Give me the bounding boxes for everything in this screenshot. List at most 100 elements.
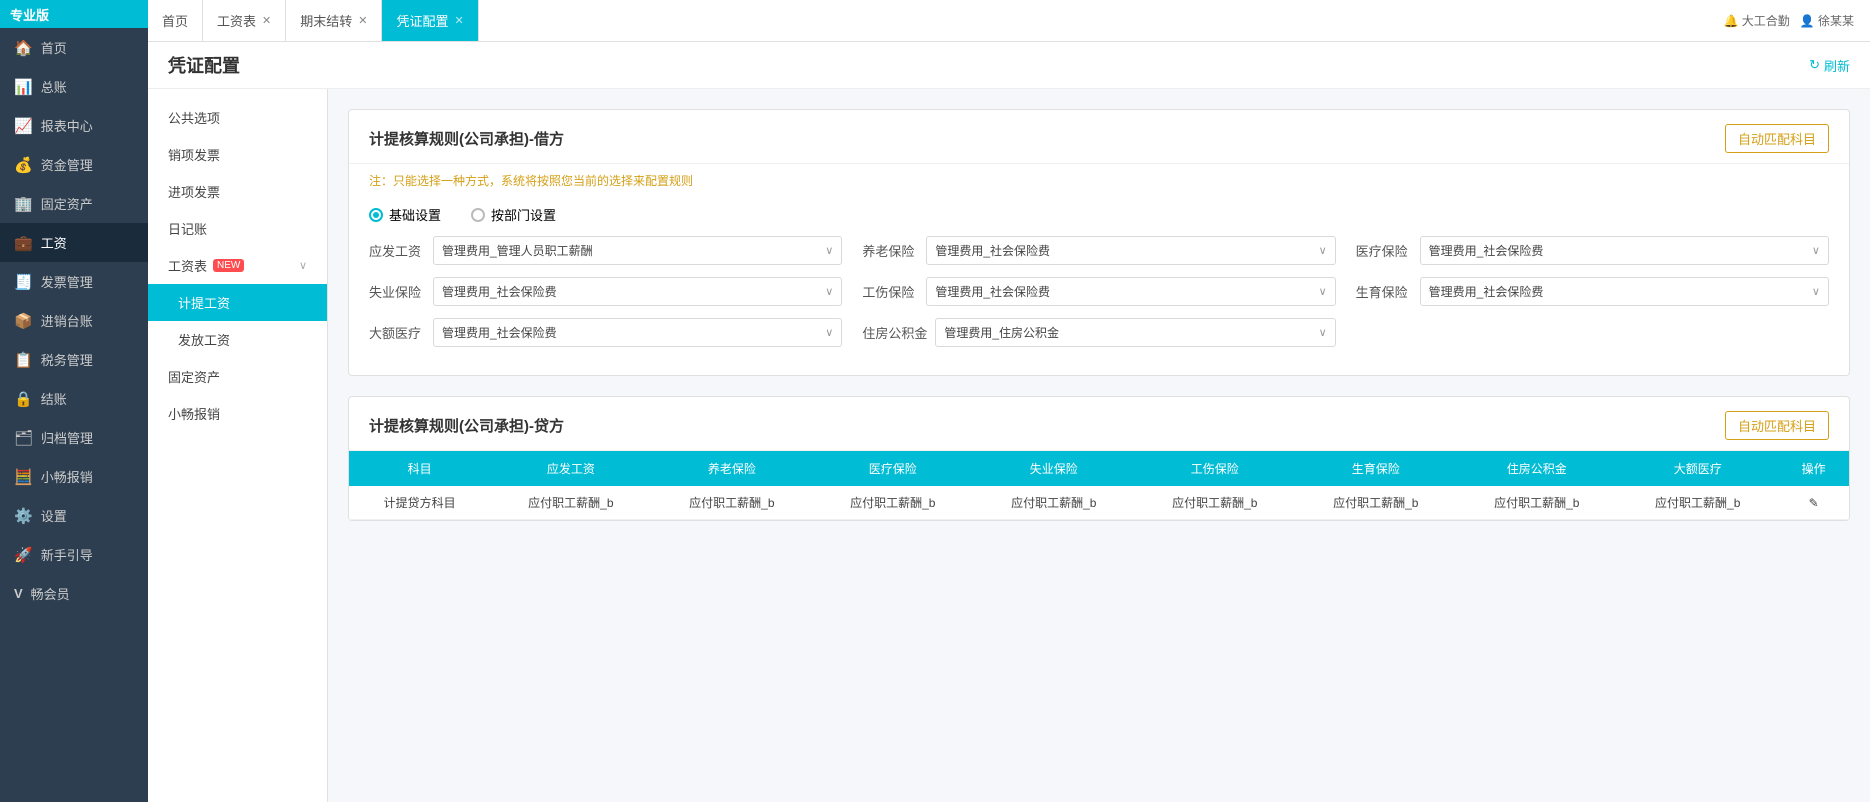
left-nav-xiaochang-expense[interactable]: 小畅报销 [148,395,327,432]
field-unemployment: 失业保险 管理费用_社会保险费 ∨ [369,277,842,306]
left-nav-journal[interactable]: 日记账 [148,210,327,247]
field-salary-select[interactable]: 管理费用_管理人员职工薪酬 ∨ [433,236,842,265]
sidebar-item-guide[interactable]: 🚀 新手引导 [0,535,148,574]
field-salary-label: 应发工资 [369,241,425,260]
debit-form-row-2: 失业保险 管理费用_社会保险费 ∨ 工伤保险 管理费用_社会保险费 ∨ [369,277,1829,306]
sidebar-item-label: 进销台账 [41,311,93,330]
asset-icon: 🏢 [14,195,33,213]
invoice-icon: 🧾 [14,273,33,291]
sidebar-item-settings[interactable]: ⚙️ 设置 [0,496,148,535]
sidebar-item-close[interactable]: 🔒 结账 [0,379,148,418]
tab-payroll[interactable]: 工资表 ✕ [203,0,286,41]
sidebar-item-label: 首页 [41,38,67,57]
field-maternity-value: 管理费用_社会保险费 [1429,283,1544,300]
credit-table-header-row: 科目 应发工资 养老保险 医疗保险 失业保险 工伤保险 生育保险 住房公积金 大… [349,451,1849,486]
tab-voucher-label: 凭证配置 [396,11,448,30]
sidebar-item-home[interactable]: 🏠 首页 [0,28,148,67]
salary-icon: 💼 [14,234,33,252]
sidebar-item-xiaochang[interactable]: 🧮 小畅报销 [0,457,148,496]
sidebar-item-inventory[interactable]: 📦 进销台账 [0,301,148,340]
field-housing: 住房公积金 管理费用_住房公积金 ∨ [862,318,1335,347]
tab-payroll-close[interactable]: ✕ [262,14,271,27]
field-housing-select[interactable]: 管理费用_住房公积金 ∨ [935,318,1335,347]
left-nav-sales-label: 销项发票 [168,145,220,164]
field-medical: 医疗保险 管理费用_社会保险费 ∨ [1356,236,1829,265]
radio-basic-circle [369,208,383,222]
archive-icon: 🗂 [14,429,33,447]
refresh-label: 刷新 [1824,56,1850,75]
tab-period-close-btn[interactable]: ✕ [358,14,367,27]
tab-home[interactable]: 首页 [148,0,203,41]
chevron-icon: ∨ [299,259,307,272]
sidebar-item-invoice[interactable]: 🧾 发票管理 [0,262,148,301]
debit-section: 计提核算规则(公司承担)-借方 自动匹配科目 注：只能选择一种方式，系统将按照您… [348,109,1850,376]
home-icon: 🏠 [14,39,33,57]
sidebar-item-ledger[interactable]: 📊 总账 [0,67,148,106]
page-header: 凭证配置 ↻ 刷新 [148,42,1870,89]
sidebar-item-fund[interactable]: 💰 资金管理 [0,145,148,184]
tab-voucher-config[interactable]: 凭证配置 ✕ [382,0,478,41]
left-nav-calc-salary[interactable]: 计提工资 [148,284,327,321]
sidebar-item-asset[interactable]: 🏢 固定资产 [0,184,148,223]
field-unemployment-select[interactable]: 管理费用_社会保险费 ∨ [433,277,842,306]
field-medical-select[interactable]: 管理费用_社会保险费 ∨ [1420,236,1829,265]
sidebar-item-label: 报表中心 [41,116,93,135]
field-unemployment-value: 管理费用_社会保险费 [442,283,557,300]
left-nav-payroll-table[interactable]: 工资表 NEW ∨ [148,247,327,284]
radio-basic-setting[interactable]: 基础设置 [369,205,441,224]
debit-form-row-1: 应发工资 管理费用_管理人员职工薪酬 ∨ 养老保险 管理费用_社会保险费 ∨ [369,236,1829,265]
radio-basic-label: 基础设置 [389,205,441,224]
sidebar-item-label: 税务管理 [41,350,93,369]
left-nav-sales-invoice[interactable]: 销项发票 [148,136,327,173]
field-large-medical-select[interactable]: 管理费用_社会保险费 ∨ [433,318,842,347]
maternity-select-chevron: ∨ [1812,285,1820,298]
sidebar-item-tax[interactable]: 📋 税务管理 [0,340,148,379]
field-injury-value: 管理费用_社会保险费 [935,283,1050,300]
topbar: 首页 工资表 ✕ 期末结转 ✕ 凭证配置 ✕ 🔔 大工合勤 👤 徐某某 [148,0,1870,42]
col-large-medical: 大额医疗 [1617,451,1778,486]
tab-home-label: 首页 [162,11,188,30]
row-housing: 应付职工薪酬_b [1456,486,1617,520]
field-unemployment-label: 失业保险 [369,282,425,301]
credit-section: 计提核算规则(公司承担)-贷方 自动匹配科目 科目 应发工资 养老保险 医疗保险… [348,396,1850,521]
radio-department-setting[interactable]: 按部门设置 [471,205,556,224]
guide-icon: 🚀 [14,546,33,564]
row-unemployment: 应付职工薪酬_b [973,486,1134,520]
left-nav-purchase-invoice[interactable]: 进项发票 [148,173,327,210]
left-nav-fixed-assets[interactable]: 固定资产 [148,358,327,395]
pension-select-chevron: ∨ [1319,244,1327,257]
tab-period-label: 期末结转 [300,11,352,30]
tab-payroll-label: 工资表 [217,11,256,30]
left-nav-issue-salary[interactable]: 发放工资 [148,321,327,358]
debit-auto-match-button[interactable]: 自动匹配科目 [1725,124,1829,153]
sidebar-item-member[interactable]: V 畅会员 [0,574,148,613]
left-nav-calc-label: 计提工资 [178,293,230,312]
debit-section-note: 注：只能选择一种方式，系统将按照您当前的选择来配置规则 [349,164,1849,197]
main-area: 首页 工资表 ✕ 期末结转 ✕ 凭证配置 ✕ 🔔 大工合勤 👤 徐某某 凭证配置… [148,0,1870,802]
tab-period-close[interactable]: 期末结转 ✕ [286,0,382,41]
sidebar-item-label: 发票管理 [41,272,93,291]
user-info: 🔔 大工合勤 [1723,12,1789,29]
page-title: 凭证配置 [168,52,240,78]
sidebar-item-label: 小畅报销 [41,467,93,486]
sidebar-item-label: 设置 [41,506,67,525]
col-pension: 养老保险 [651,451,812,486]
field-injury-select[interactable]: 管理费用_社会保险费 ∨ [926,277,1335,306]
refresh-button[interactable]: ↻ 刷新 [1809,56,1850,75]
radio-dept-label: 按部门设置 [491,205,556,224]
field-pension-select[interactable]: 管理费用_社会保险费 ∨ [926,236,1335,265]
row-edit-button[interactable]: ✎ [1778,486,1849,520]
left-nav-issue-label: 发放工资 [178,330,230,349]
fund-icon: 💰 [14,156,33,174]
salary-select-chevron: ∨ [825,244,833,257]
sidebar-item-report[interactable]: 📈 报表中心 [0,106,148,145]
left-nav-public[interactable]: 公共选项 [148,99,327,136]
col-injury: 工伤保险 [1134,451,1295,486]
sidebar-item-salary[interactable]: 💼 工资 [0,223,148,262]
tab-voucher-close[interactable]: ✕ [455,14,464,27]
field-maternity-select[interactable]: 管理费用_社会保险费 ∨ [1420,277,1829,306]
credit-section-header: 计提核算规则(公司承担)-贷方 自动匹配科目 [349,397,1849,451]
credit-auto-match-button[interactable]: 自动匹配科目 [1725,411,1829,440]
sidebar-item-archive[interactable]: 🗂 归档管理 [0,418,148,457]
col-maternity: 生育保险 [1295,451,1456,486]
